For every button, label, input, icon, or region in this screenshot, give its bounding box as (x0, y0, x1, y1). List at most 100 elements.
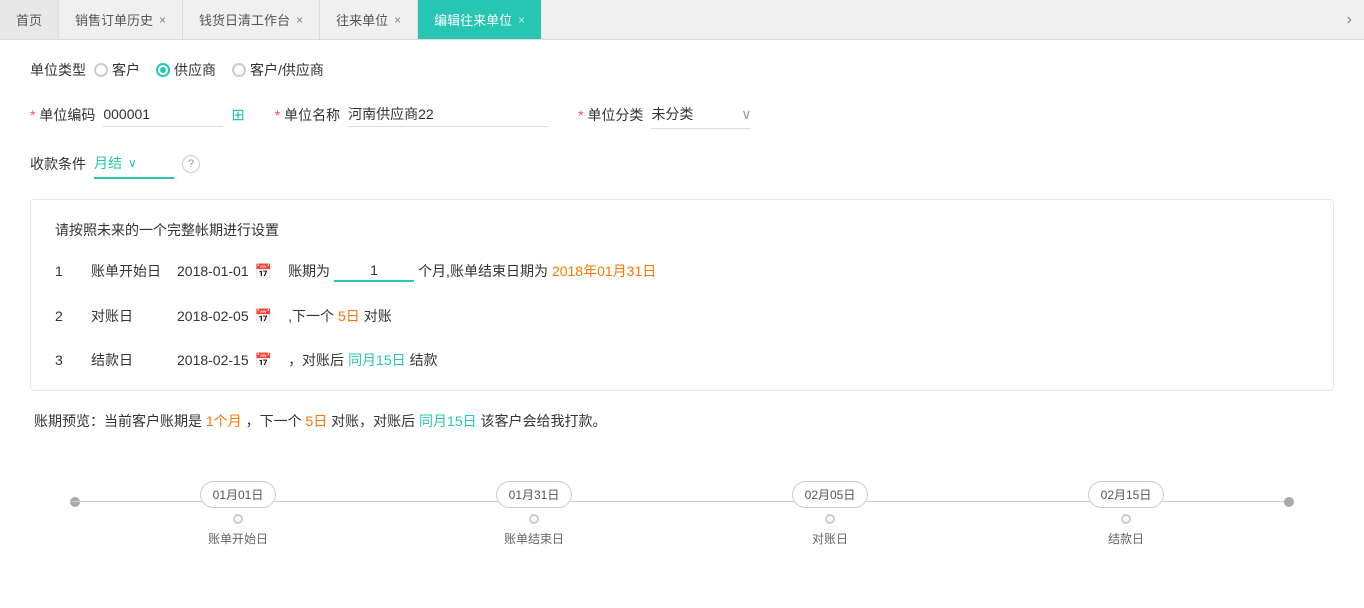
period-desc-prefix-2: ,下一个 (288, 306, 334, 326)
unit-category-field: 单位分类 未分类 ∨ (578, 100, 751, 129)
timeline-badge-1: 01月31日 (496, 481, 573, 508)
timeline-point-0: 01月01日账单开始日 (200, 481, 277, 547)
period-row-2: 2 对账日 2018-02-05 📅 ,下一个 5日 对账 (55, 306, 1309, 326)
timeline-dot-1 (529, 514, 539, 524)
tab-cash-work-label: 钱货日清工作台 (199, 10, 290, 29)
timeline-badge-0: 01月01日 (200, 481, 277, 508)
tab-edit-partner-close[interactable]: × (518, 13, 525, 27)
unit-category-chevron: ∨ (741, 106, 751, 123)
payment-row: 收款条件 月结 ∨ ? (30, 149, 1334, 179)
period-title: 请按照未来的一个完整帐期进行设置 (55, 220, 1309, 240)
radio-both[interactable]: 客户/供应商 (232, 60, 324, 80)
tab-expand-icon[interactable]: › (1335, 11, 1364, 29)
timeline-dot-3 (1121, 514, 1131, 524)
unit-type-field: 单位类型 客户 供应商 客户/供应商 (30, 60, 324, 80)
timeline-badge-2: 02月05日 (792, 481, 869, 508)
unit-code-label: 单位编码 (30, 105, 95, 125)
period-box: 请按照未来的一个完整帐期进行设置 1 账单开始日 2018-01-01 📅 账期… (30, 199, 1334, 391)
period-end-date-1: 2018年01月31日 (552, 261, 656, 281)
timeline-label-0: 账单开始日 (208, 530, 268, 547)
period-date-value-2: 2018-02-05 (177, 308, 249, 324)
period-row-3: 3 结款日 2018-02-15 📅 ，对账后 同月15日 结款 (55, 350, 1309, 370)
tab-sales-history-label: 销售订单历史 (75, 10, 153, 29)
copy-icon[interactable]: ⊞ (231, 105, 244, 125)
period-desc-1: 账期为 个月,账单结束日期为 2018年01月31日 (288, 260, 656, 282)
unit-code-field: 单位编码 ⊞ (30, 102, 245, 127)
tab-home[interactable]: 首页 (0, 0, 59, 39)
payment-chevron: ∨ (128, 156, 137, 170)
tab-sales-history-close[interactable]: × (159, 13, 166, 27)
period-row-1: 1 账单开始日 2018-01-01 📅 账期为 个月,账单结束日期为 2018… (55, 260, 1309, 282)
period-prefix-1: 账期为 (288, 261, 330, 281)
period-label-2: 对账日 (91, 306, 161, 326)
payment-select[interactable]: 月结 ∨ (94, 149, 174, 179)
tab-edit-partner-label: 编辑往来单位 (434, 10, 512, 29)
timeline-dot-2 (825, 514, 835, 524)
tab-bar: 首页 销售订单历史 × 钱货日清工作台 × 往来单位 × 编辑往来单位 × › (0, 0, 1364, 40)
timeline-dot-0 (233, 514, 243, 524)
tab-cash-work-close[interactable]: × (296, 13, 303, 27)
timeline-label-1: 账单结束日 (504, 530, 564, 547)
unit-category-value: 未分类 (651, 104, 737, 124)
period-label-1: 账单开始日 (91, 261, 161, 281)
timeline-point-1: 01月31日账单结束日 (496, 481, 573, 547)
radio-group: 客户 供应商 客户/供应商 (94, 60, 324, 80)
preview-orange1: 1个月 (206, 413, 242, 429)
preview-middle2: 对账，对账后 (331, 413, 415, 429)
tab-sales-history[interactable]: 销售订单历史 × (59, 0, 183, 39)
period-date-2: 2018-02-05 📅 (177, 308, 272, 325)
preview-middle1: ，下一个 (246, 413, 302, 429)
period-date-1: 2018-01-01 📅 (177, 263, 272, 280)
timeline-point-3: 02月15日结款日 (1088, 481, 1165, 547)
calendar-icon-2[interactable]: 📅 (255, 308, 272, 325)
tab-edit-partner[interactable]: 编辑往来单位 × (418, 0, 541, 39)
period-month-input[interactable] (334, 260, 414, 282)
period-desc-orange-2: 5日 (338, 306, 360, 326)
unit-type-row: 单位类型 客户 供应商 客户/供应商 (30, 60, 1334, 80)
preview-teal1: 同月15日 (419, 413, 477, 429)
period-date-3: 2018-02-15 📅 (177, 352, 272, 369)
tab-home-label: 首页 (16, 10, 42, 29)
calendar-icon-3[interactable]: 📅 (255, 352, 272, 369)
unit-code-input[interactable] (103, 102, 223, 127)
preview-prefix: 账期预览：当前客户账期是 (34, 413, 202, 429)
payment-value: 月结 (94, 153, 122, 173)
radio-supplier-circle (156, 63, 170, 77)
period-num-1: 1 (55, 263, 75, 279)
unit-name-field: 单位名称 (275, 102, 548, 127)
timeline: 01月01日账单开始日 01月31日账单结束日 02月05日对账日 02月15日结款日 (30, 461, 1334, 587)
period-desc-teal-3: 同月15日 (348, 350, 406, 370)
preview-text: 账期预览：当前客户账期是 1个月 ，下一个 5日 对账，对账后 同月15日 该客… (30, 411, 1334, 431)
period-label-3: 结款日 (91, 350, 161, 370)
period-desc-prefix-3: ，对账后 (288, 350, 344, 370)
tab-cash-work[interactable]: 钱货日清工作台 × (183, 0, 320, 39)
timeline-label-3: 结款日 (1108, 530, 1144, 547)
main-content: 单位类型 客户 供应商 客户/供应商 单位编码 ⊞ (0, 40, 1364, 608)
period-date-value-3: 2018-02-15 (177, 352, 249, 368)
timeline-label-2: 对账日 (812, 530, 848, 547)
help-icon[interactable]: ? (182, 155, 200, 173)
period-num-3: 3 (55, 352, 75, 368)
radio-customer-circle (94, 63, 108, 77)
unit-name-input[interactable] (348, 102, 548, 127)
tab-partners[interactable]: 往来单位 × (320, 0, 418, 39)
tab-partners-close[interactable]: × (394, 13, 401, 27)
timeline-badge-3: 02月15日 (1088, 481, 1165, 508)
period-desc-suffix-3: 结款 (410, 350, 438, 370)
radio-customer[interactable]: 客户 (94, 60, 140, 80)
period-suffix-1: 个月,账单结束日期为 (418, 261, 548, 281)
preview-suffix: 该客户会给我打款。 (481, 413, 607, 429)
radio-both-label: 客户/供应商 (250, 60, 324, 80)
radio-supplier[interactable]: 供应商 (156, 60, 216, 80)
radio-customer-label: 客户 (112, 60, 140, 80)
period-date-value-1: 2018-01-01 (177, 263, 249, 279)
period-desc-2: ,下一个 5日 对账 (288, 306, 392, 326)
radio-both-circle (232, 63, 246, 77)
unit-category-select[interactable]: 未分类 ∨ (651, 100, 751, 129)
timeline-point-2: 02月05日对账日 (792, 481, 869, 547)
tab-partners-label: 往来单位 (336, 10, 388, 29)
calendar-icon-1[interactable]: 📅 (255, 263, 272, 280)
period-desc-3: ，对账后 同月15日 结款 (288, 350, 438, 370)
period-desc-suffix-2: 对账 (364, 306, 392, 326)
unit-type-label: 单位类型 (30, 60, 86, 80)
